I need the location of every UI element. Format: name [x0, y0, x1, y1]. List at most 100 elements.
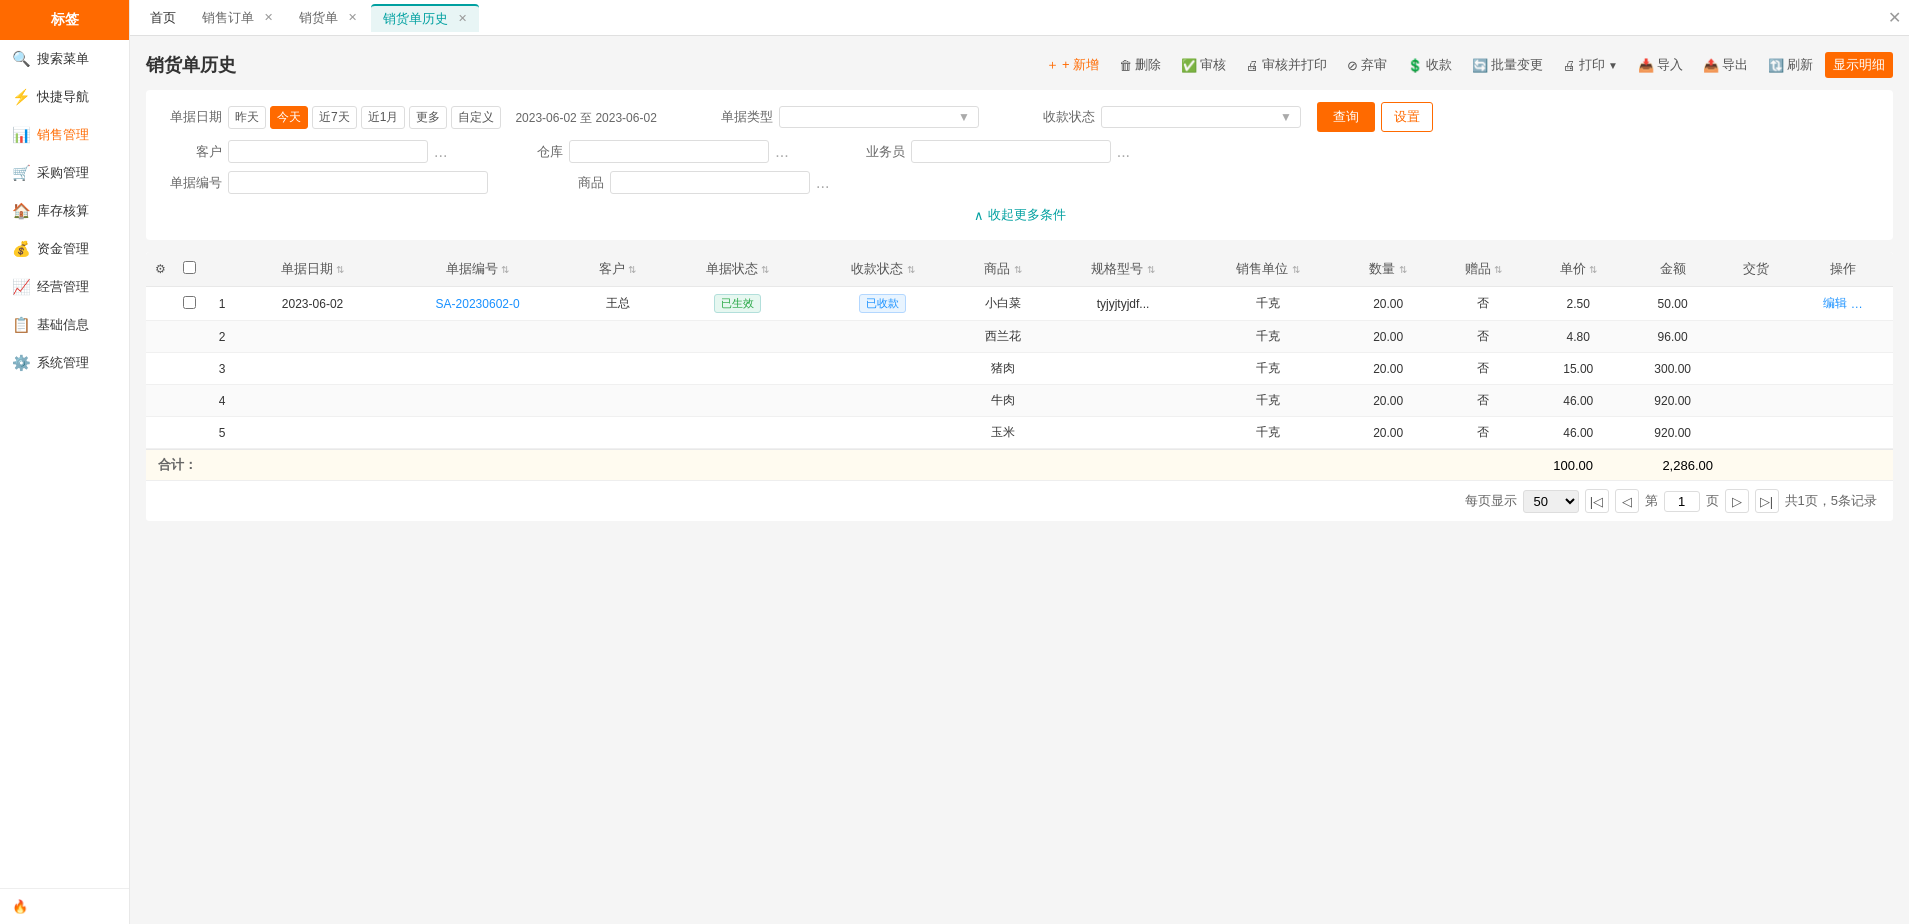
delete-icon: 🗑: [1119, 58, 1132, 73]
delete-button[interactable]: 🗑 删除: [1111, 52, 1169, 78]
more-action[interactable]: …: [1851, 297, 1863, 311]
prev-page-button[interactable]: ◁: [1615, 489, 1639, 513]
per-page-select[interactable]: 10 20 50 100: [1523, 490, 1579, 513]
sort-spec-icon: ⇅: [1147, 264, 1155, 275]
td-unit-price: 4.80: [1531, 321, 1626, 353]
th-unit-price[interactable]: 单价 ⇅: [1531, 252, 1626, 287]
payment-status-select[interactable]: ▼: [1101, 106, 1301, 128]
page-number-input[interactable]: [1664, 491, 1700, 512]
th-goods[interactable]: 商品 ⇅: [955, 252, 1050, 287]
table-body: 1 2023-06-02 SA-20230602-0 王总 已生效 已收款 小白…: [146, 287, 1893, 449]
sidebar-item-basic-info[interactable]: 📋 基础信息: [0, 306, 129, 344]
doc-no-link[interactable]: SA-20230602-0: [436, 297, 520, 311]
next-page-button[interactable]: ▷: [1725, 489, 1749, 513]
print-button[interactable]: 🖨 打印 ▼: [1555, 52, 1626, 78]
audit-button[interactable]: ✅ 审核: [1173, 52, 1234, 78]
table-row: 5 玉米 千克 20.00 否 46.00 920.00: [146, 417, 1893, 449]
select-all-checkbox[interactable]: [183, 261, 196, 274]
td-rownum: 3: [204, 353, 240, 385]
date-btn-today[interactable]: 今天: [270, 106, 308, 129]
sidebar-item-search-menu[interactable]: 🔍 搜索菜单: [0, 40, 129, 78]
sidebar-item-system-mgmt[interactable]: ⚙️ 系统管理: [0, 344, 129, 382]
warehouse-dots[interactable]: ...: [775, 143, 788, 161]
th-gift[interactable]: 赠品 ⇅: [1436, 252, 1531, 287]
collapse-filter-button[interactable]: ∧ 收起更多条件: [162, 202, 1877, 228]
doc-type-select[interactable]: ▼: [779, 106, 979, 128]
set-button[interactable]: 设置: [1381, 102, 1433, 132]
batch-change-button[interactable]: 🔄 批量变更: [1464, 52, 1551, 78]
sidebar-item-inventory[interactable]: 🏠 库存核算: [0, 192, 129, 230]
th-payment-status[interactable]: 收款状态 ⇅: [810, 252, 955, 287]
date-btn-custom[interactable]: 自定义: [451, 106, 501, 129]
display-detail-button[interactable]: 显示明细: [1825, 52, 1893, 78]
purchase-mgmt-icon: 🛒: [12, 164, 31, 182]
date-btn-7days[interactable]: 近7天: [312, 106, 357, 129]
import-button[interactable]: 📥 导入: [1630, 52, 1691, 78]
audit-print-button[interactable]: 🖨 审核并打印: [1238, 52, 1335, 78]
tab-bar-close-all[interactable]: ✕: [1888, 8, 1901, 27]
refresh-button[interactable]: 🔃 刷新: [1760, 52, 1821, 78]
new-button[interactable]: ＋ + 新增: [1038, 52, 1107, 78]
salesperson-dots[interactable]: ...: [1117, 143, 1130, 161]
sidebar-item-sales-mgmt[interactable]: 📊 销售管理: [0, 116, 129, 154]
filter-panel: 单据日期 昨天 今天 近7天 近1月 更多 自定义 2023-06-02 至 2…: [146, 90, 1893, 240]
close-tab-sales-history[interactable]: ✕: [458, 12, 467, 25]
customer-input[interactable]: [228, 140, 428, 163]
system-mgmt-icon: ⚙️: [12, 354, 31, 372]
goods-input[interactable]: [610, 171, 810, 194]
sidebar-item-purchase-mgmt[interactable]: 🛒 采购管理: [0, 154, 129, 192]
th-sales-unit[interactable]: 销售单位 ⇅: [1196, 252, 1341, 287]
sort-sales-unit-icon: ⇅: [1292, 264, 1300, 275]
collect-icon: 💲: [1407, 58, 1423, 73]
date-btn-1month[interactable]: 近1月: [361, 106, 406, 129]
tab-sales-goods[interactable]: 销货单 ✕: [287, 4, 369, 32]
th-customer[interactable]: 客户 ⇅: [570, 252, 665, 287]
td-actions: [1793, 417, 1893, 449]
customer-dots[interactable]: ...: [434, 143, 447, 161]
sales-mgmt-icon: 📊: [12, 126, 31, 144]
tab-bar: 首页 销售订单 ✕ 销货单 ✕ 销货单历史 ✕ ✕: [130, 0, 1909, 36]
collapse-up-icon: ∧: [974, 208, 984, 223]
date-btn-more[interactable]: 更多: [409, 106, 447, 129]
sidebar-item-finance[interactable]: 💰 资金管理: [0, 230, 129, 268]
sidebar-item-quick-nav[interactable]: ⚡ 快捷导航: [0, 78, 129, 116]
tab-home[interactable]: 首页: [138, 4, 188, 32]
tab-sales-history[interactable]: 销货单历史 ✕: [371, 4, 479, 32]
td-goods: 玉米: [955, 417, 1050, 449]
th-gear[interactable]: ⚙: [146, 252, 174, 287]
th-doc-no[interactable]: 单据编号 ⇅: [385, 252, 570, 287]
th-doc-status[interactable]: 单据状态 ⇅: [665, 252, 810, 287]
td-gear: [146, 321, 174, 353]
th-quantity[interactable]: 数量 ⇅: [1341, 252, 1436, 287]
td-payment-status: 已收款: [810, 287, 955, 321]
td-doc-status: [665, 417, 810, 449]
edit-action[interactable]: 编辑: [1823, 295, 1847, 312]
sidebar-fire-btn[interactable]: 🔥: [0, 889, 129, 924]
audit-print-icon: 🖨: [1246, 58, 1259, 73]
td-gift: 否: [1436, 353, 1531, 385]
first-page-button[interactable]: |◁: [1585, 489, 1609, 513]
sidebar-item-operations[interactable]: 📈 经营管理: [0, 268, 129, 306]
close-tab-sales-goods[interactable]: ✕: [348, 11, 357, 24]
th-doc-date[interactable]: 单据日期 ⇅: [240, 252, 385, 287]
query-button[interactable]: 查询: [1317, 102, 1375, 132]
warehouse-input[interactable]: [569, 140, 769, 163]
row-checkbox[interactable]: [183, 296, 196, 309]
salesperson-input[interactable]: [911, 140, 1111, 163]
export-button[interactable]: 📤 导出: [1695, 52, 1756, 78]
th-spec[interactable]: 规格型号 ⇅: [1050, 252, 1195, 287]
filter-docno-item: 单据编号: [162, 171, 488, 194]
close-tab-sales-order[interactable]: ✕: [264, 11, 273, 24]
sidebar-item-label: 采购管理: [37, 164, 89, 182]
collect-button[interactable]: 💲 收款: [1399, 52, 1460, 78]
filter-row-3: 单据编号 商品 ...: [162, 171, 1877, 194]
tab-sales-order[interactable]: 销售订单 ✕: [190, 4, 285, 32]
sort-doc-no-icon: ⇅: [501, 264, 509, 275]
goods-dots[interactable]: ...: [816, 174, 829, 192]
sort-doc-status-icon: ⇅: [761, 264, 769, 275]
date-btn-yesterday[interactable]: 昨天: [228, 106, 266, 129]
last-page-button[interactable]: ▷|: [1755, 489, 1779, 513]
docno-input[interactable]: [228, 171, 488, 194]
abandon-button[interactable]: ⊘ 弃审: [1339, 52, 1395, 78]
refresh-icon: 🔃: [1768, 58, 1784, 73]
